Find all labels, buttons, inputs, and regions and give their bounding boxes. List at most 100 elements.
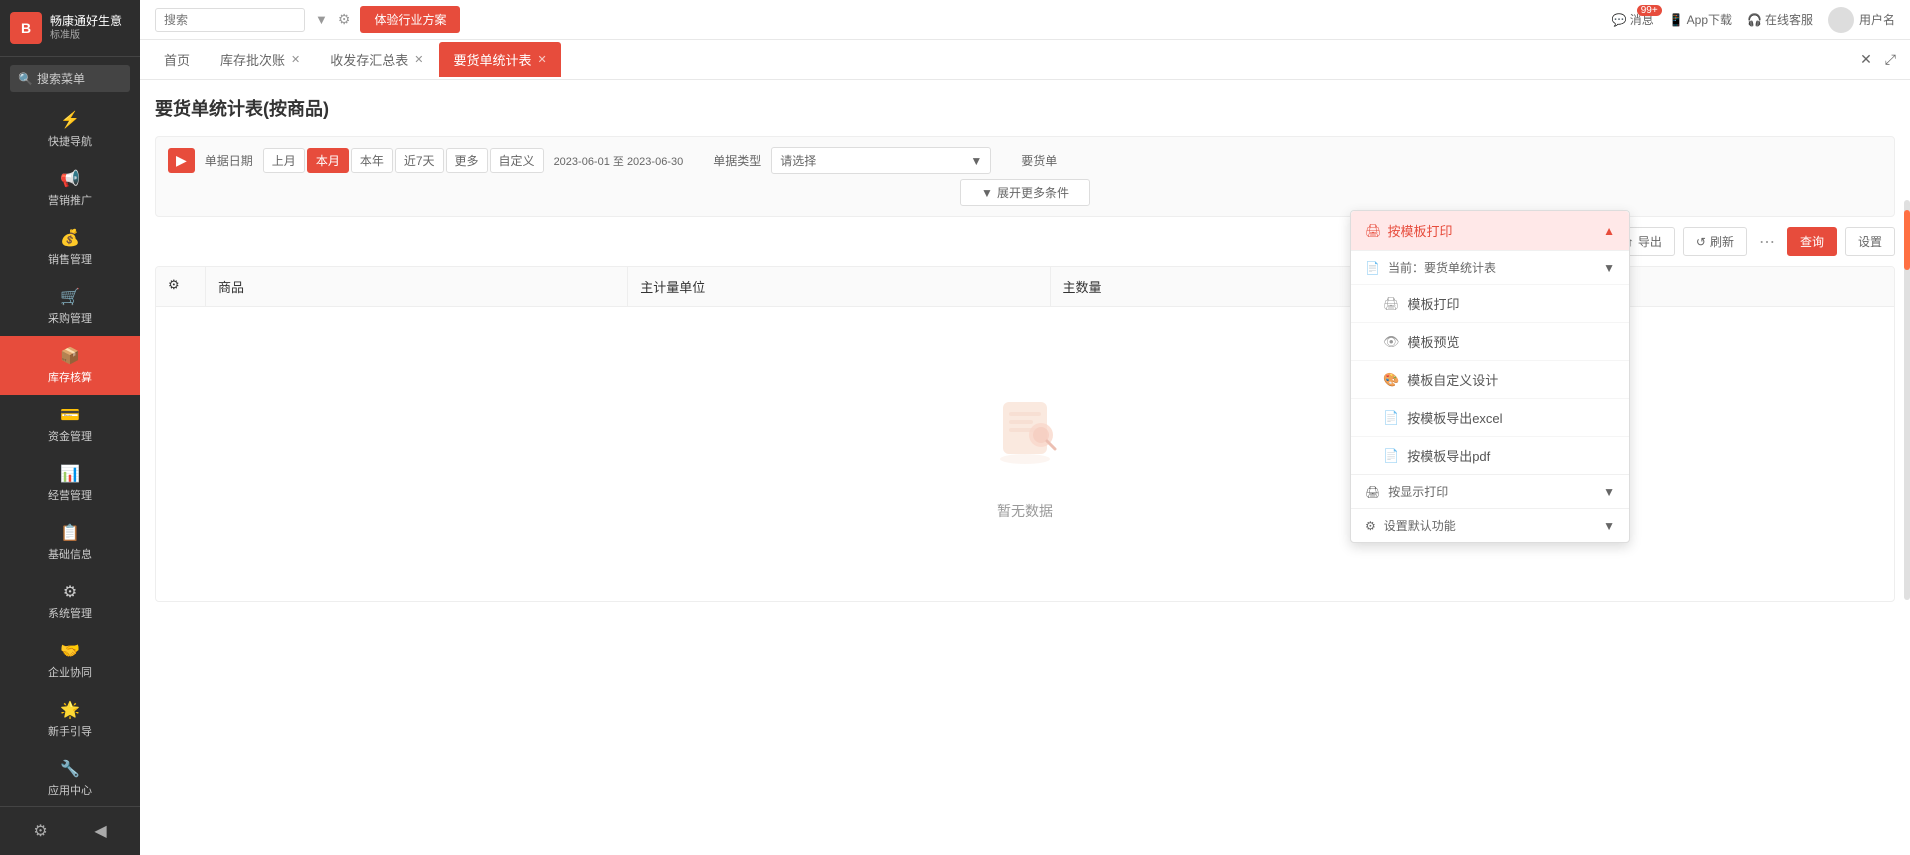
gear-icon[interactable]: ⚙ [338,11,351,28]
tab-close-order-stats[interactable]: ✕ [538,53,547,66]
main-content: ▼ ⚙ 体验行业方案 💬 消息 99+ 📱 App下载 🎧 在线客服 用户名 [140,0,1910,855]
operations-icon: 📊 [60,464,80,484]
sidebar-item-shortcuts[interactable]: ⚡ 快捷导航 [0,100,140,159]
user-menu[interactable]: 用户名 [1828,7,1895,33]
search-input[interactable] [155,8,305,32]
default-chevron-icon: ▼ [1603,519,1615,533]
export-excel-icon: 📄 [1383,410,1399,426]
order-type-select[interactable]: 请选择 ▼ [771,147,991,174]
avatar [1828,7,1854,33]
settings-button[interactable]: ⚙ [29,817,51,845]
chevron-down-icon[interactable]: ▼ [315,12,328,27]
date-btn-last-month[interactable]: 上月 [263,148,305,173]
download-icon: 📱 [1669,13,1684,27]
sidebar-item-basic[interactable]: 📋 基础信息 [0,513,140,572]
sidebar: B 畅康通好生意 标准版 🔍 搜索菜单 ⚡ 快捷导航 📢 营销推广 💰 销售管理… [0,0,140,855]
tab-close-all-button[interactable]: ✕ [1856,47,1876,72]
right-scroll-thumb[interactable] [1904,210,1910,270]
dropdown-item-export-pdf[interactable]: 📄 按模板导出pdf [1351,436,1629,474]
topbar: ▼ ⚙ 体验行业方案 💬 消息 99+ 📱 App下载 🎧 在线客服 用户名 [140,0,1910,40]
sidebar-item-sales[interactable]: 💰 销售管理 [0,218,140,277]
basic-icon: 📋 [60,523,80,543]
display-chevron-icon: ▼ [1603,485,1615,499]
tab-close-batch[interactable]: ✕ [291,53,300,66]
display-print-icon: 🖨 [1365,485,1380,499]
filter-row-1: ▶ 单据日期 上月 本月 本年 近7天 更多 自定义 2023-06-01 至 … [168,147,1882,174]
expand-more-button[interactable]: ▼ 展开更多条件 [960,179,1090,206]
dropdown-current-header[interactable]: 📄 当前：要货单统计表 ▼ [1351,251,1629,284]
dropdown-item-template-design[interactable]: 🎨 模板自定义设计 [1351,360,1629,398]
date-btn-this-month[interactable]: 本月 [307,148,349,173]
sidebar-item-inventory[interactable]: 📦 库存核算 [0,336,140,395]
tab-maximize-button[interactable]: ⤢ [1881,47,1900,72]
sidebar-item-corp[interactable]: 🤝 企业协同 [0,631,140,690]
search-menu-button[interactable]: 🔍 搜索菜单 [10,65,130,92]
dropdown-item-template-print[interactable]: 🖨 模板打印 [1351,284,1629,322]
tab-batch[interactable]: 库存批次账 ✕ [206,42,314,77]
message-badge[interactable]: 💬 消息 99+ [1612,11,1654,28]
sidebar-bottom: ⚙ ◀ [0,806,140,855]
expand-icon: ▼ [981,186,993,200]
dropdown-default-header[interactable]: ⚙ 设置默认功能 ▼ [1351,509,1629,542]
dropdown-item-export-excel[interactable]: 📄 按模板导出excel [1351,398,1629,436]
more-actions-button[interactable]: ⋯ [1755,228,1779,256]
dropdown-display-header[interactable]: 🖨 按显示打印 ▼ [1351,475,1629,508]
finance-icon: 💳 [60,405,80,425]
table-header-settings[interactable]: ⚙ [156,267,206,306]
date-btn-more[interactable]: 更多 [446,148,488,173]
sidebar-item-marketing[interactable]: 📢 营销推广 [0,159,140,218]
sidebar-item-finance[interactable]: 💳 资金管理 [0,395,140,454]
select-chevron-icon: ▼ [970,154,982,168]
sidebar-item-appstore[interactable]: 🔧 应用中心 [0,749,140,806]
default-func-icon: ⚙ [1365,519,1376,533]
collapse-button[interactable]: ◀ [90,817,110,845]
inventory-icon: 📦 [60,346,80,366]
sales-icon: 💰 [60,228,80,248]
marketing-icon: 📢 [60,169,80,189]
empty-text: 暂无数据 [997,501,1053,521]
date-btn-7days[interactable]: 近7天 [395,148,444,173]
print-dropdown: 🖨 按模板打印 ▲ 📄 当前：要货单统计表 ▼ 🖨 模板打印 👁 模板预览 [1350,210,1630,543]
tab-close-summary[interactable]: ✕ [414,53,423,66]
expand-row: ▼ 展开更多条件 [168,179,1882,206]
sidebar-nav: ⚡ 快捷导航 📢 营销推广 💰 销售管理 🛒 采购管理 📦 库存核算 💳 资金管… [0,100,140,806]
app-download-link[interactable]: 📱 App下载 [1669,11,1732,28]
sidebar-item-system[interactable]: ⚙ 系统管理 [0,572,140,631]
message-icon: 💬 [1612,13,1627,27]
purchase-icon: 🛒 [60,287,80,307]
online-service-link[interactable]: 🎧 在线客服 [1747,11,1813,28]
dropdown-header[interactable]: 🖨 按模板打印 ▲ [1351,211,1629,250]
template-preview-icon: 👁 [1383,334,1400,350]
tab-summary[interactable]: 收发存汇总表 ✕ [316,42,437,77]
current-chevron-icon: ▼ [1603,261,1615,275]
right-scrollbar[interactable] [1904,200,1910,600]
filter-expand-icon[interactable]: ▶ [168,148,195,173]
table-body: 暂无数据 [156,307,1894,601]
sidebar-search-area[interactable]: 🔍 搜索菜单 [0,57,140,100]
column-settings-icon[interactable]: ⚙ [168,277,180,292]
query-button[interactable]: 查询 [1787,227,1837,256]
app-logo: B 畅康通好生意 标准版 [0,0,140,57]
sidebar-item-operations[interactable]: 📊 经营管理 [0,454,140,513]
dropdown-current-section: 📄 当前：要货单统计表 ▼ [1351,250,1629,284]
date-btn-this-year[interactable]: 本年 [351,148,393,173]
tabbar: 首页 库存批次账 ✕ 收发存汇总表 ✕ 要货单统计表 ✕ ✕ ⤢ [140,40,1910,80]
sidebar-item-purchase[interactable]: 🛒 采购管理 [0,277,140,336]
refresh-button[interactable]: ↺ 刷新 [1683,227,1747,256]
settings-toolbar-button[interactable]: 设置 [1845,227,1895,256]
export-pdf-icon: 📄 [1383,448,1399,464]
date-btn-custom[interactable]: 自定义 [490,148,544,173]
table-header-unit: 主计量单位 [628,267,1050,306]
tab-home[interactable]: 首页 [150,42,204,77]
tab-order-stats[interactable]: 要货单统计表 ✕ [439,42,560,77]
dropdown-display-section: 🖨 按显示打印 ▼ [1351,474,1629,508]
dropdown-collapse-icon[interactable]: ▲ [1603,224,1615,238]
trial-button[interactable]: 体验行业方案 [360,6,460,33]
service-icon: 🎧 [1747,13,1762,27]
tabbar-right: ✕ ⤢ [1856,47,1900,72]
dropdown-item-template-preview[interactable]: 👁 模板预览 [1351,322,1629,360]
current-template-icon: 📄 [1365,261,1380,275]
toolbar: 🖨 按模板打印 ▲ ↑ 导出 ↺ 刷新 ⋯ 查询 设置 [155,227,1895,256]
dropdown-title: 🖨 按模板打印 [1365,221,1453,240]
sidebar-item-guide[interactable]: 🌟 新手引导 [0,690,140,749]
